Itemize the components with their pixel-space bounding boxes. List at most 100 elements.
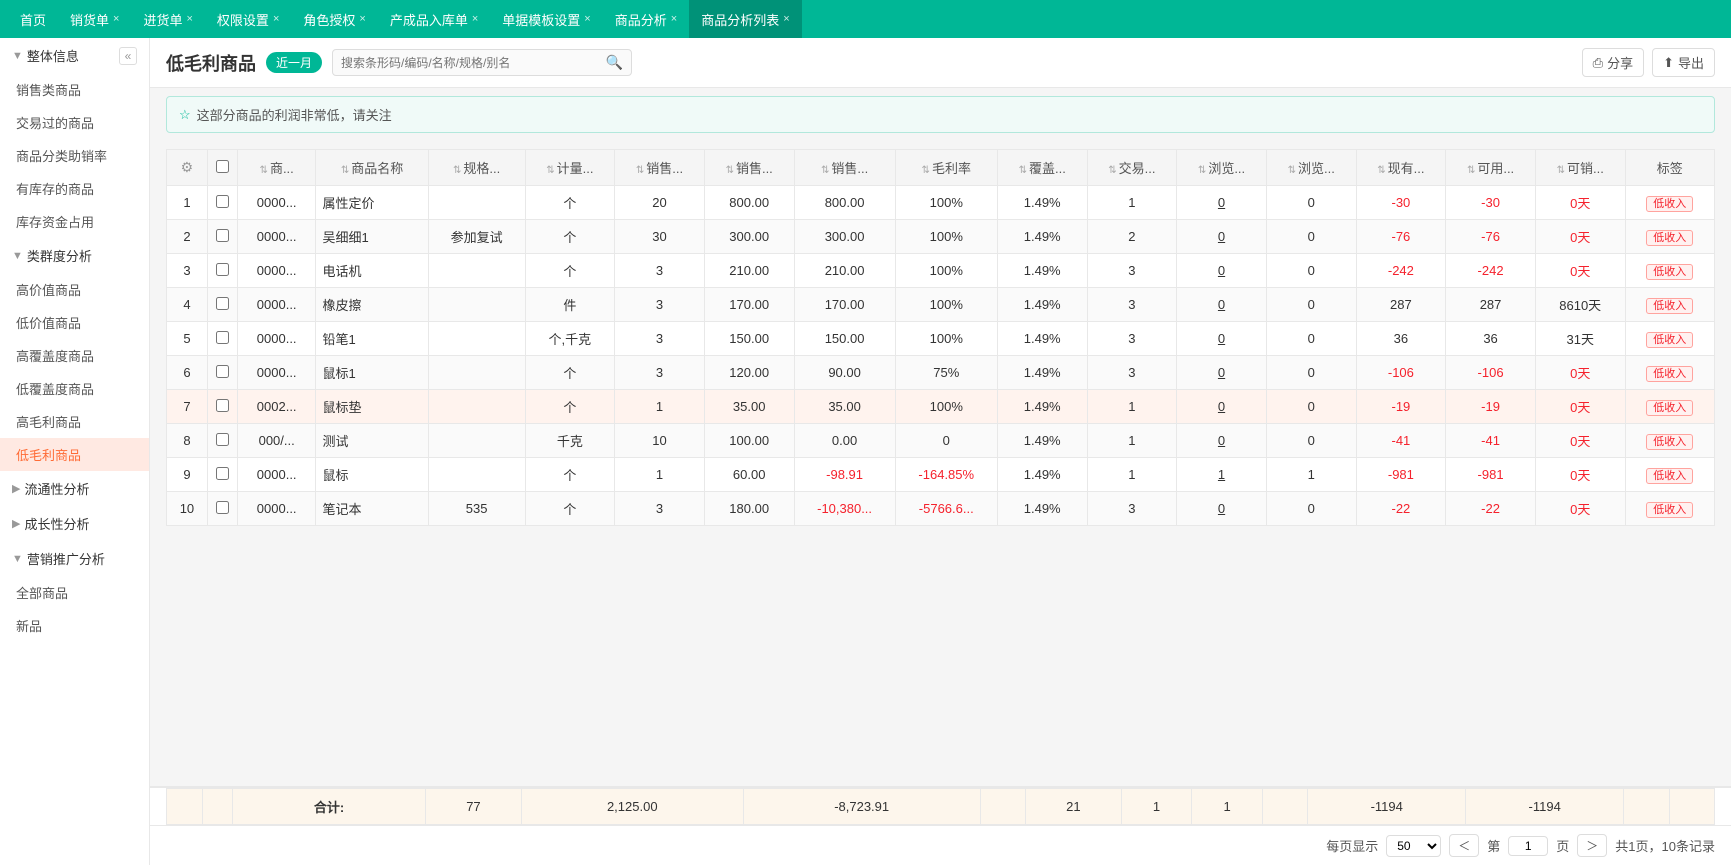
per-page-select[interactable]: 50 100 200	[1386, 835, 1441, 857]
nav-sales-close[interactable]: ×	[113, 13, 119, 25]
col-spec[interactable]: ⇅规格...	[428, 150, 525, 186]
row-select[interactable]	[216, 399, 229, 412]
row-select[interactable]	[216, 467, 229, 480]
sidebar-item-traded-products[interactable]: 交易过的商品	[0, 106, 149, 139]
nav-product-analysis-list[interactable]: 商品分析列表 ×	[689, 0, 801, 38]
row-trade[interactable]: 0	[1177, 288, 1267, 322]
col-stock-current[interactable]: ⇅现有...	[1356, 150, 1446, 186]
row-checkbox[interactable]	[207, 254, 237, 288]
col-settings[interactable]: ⚙	[167, 150, 208, 186]
col-checkbox[interactable]	[207, 150, 237, 186]
prev-page-button[interactable]: ＜	[1449, 834, 1479, 857]
col-stock-days[interactable]: ⇅可销...	[1535, 150, 1625, 186]
sidebar-item-high-value[interactable]: 高价值商品	[0, 273, 149, 306]
col-name[interactable]: ⇅商品名称	[316, 150, 428, 186]
row-checkbox[interactable]	[207, 492, 237, 526]
row-trade[interactable]: 0	[1177, 356, 1267, 390]
nav-permissions-close[interactable]: ×	[273, 13, 279, 25]
nav-template-close[interactable]: ×	[584, 13, 590, 25]
col-trade[interactable]: ⇅交易...	[1087, 150, 1177, 186]
period-tag[interactable]: 近一月	[266, 52, 322, 73]
trade-link[interactable]: 0	[1218, 433, 1225, 448]
nav-roles[interactable]: 角色授权 ×	[291, 0, 377, 38]
row-checkbox[interactable]	[207, 322, 237, 356]
collapse-button[interactable]: «	[119, 47, 137, 65]
nav-purchase-close[interactable]: ×	[186, 13, 192, 25]
row-select[interactable]	[216, 433, 229, 446]
col-sale-qty[interactable]: ⇅销售...	[615, 150, 705, 186]
sidebar-item-sales-products[interactable]: 销售类商品	[0, 73, 149, 106]
nav-analysis-close[interactable]: ×	[671, 13, 677, 25]
sidebar-group-circulation[interactable]: ▶ 流通性分析	[0, 471, 149, 506]
col-sale-amount[interactable]: ⇅销售...	[704, 150, 794, 186]
sidebar-item-stock-capital[interactable]: 库存资金占用	[0, 205, 149, 238]
col-browse2[interactable]: ⇅浏览...	[1266, 150, 1356, 186]
nav-products-inbound[interactable]: 产成品入库单 ×	[378, 0, 490, 38]
sidebar-item-stocked-products[interactable]: 有库存的商品	[0, 172, 149, 205]
search-input[interactable]	[341, 56, 606, 70]
sidebar-item-low-margin[interactable]: 低毛利商品	[0, 438, 149, 471]
row-checkbox[interactable]	[207, 220, 237, 254]
row-checkbox[interactable]	[207, 186, 237, 220]
nav-template-settings[interactable]: 单据模板设置 ×	[490, 0, 602, 38]
row-select[interactable]	[216, 229, 229, 242]
trade-link[interactable]: 0	[1218, 501, 1225, 516]
row-checkbox[interactable]	[207, 288, 237, 322]
row-select[interactable]	[216, 263, 229, 276]
sidebar-item-all-products[interactable]: 全部商品	[0, 576, 149, 609]
share-button[interactable]: ⎙ 分享	[1582, 48, 1644, 77]
row-trade[interactable]: 0	[1177, 254, 1267, 288]
nav-purchase[interactable]: 进货单 ×	[131, 0, 204, 38]
sidebar-group-growth[interactable]: ▶ 成长性分析	[0, 506, 149, 541]
trade-link[interactable]: 0	[1218, 331, 1225, 346]
sidebar-item-new-products[interactable]: 新品	[0, 609, 149, 642]
row-select[interactable]	[216, 331, 229, 344]
col-coverage[interactable]: ⇅覆盖...	[997, 150, 1087, 186]
trade-link[interactable]: 0	[1218, 365, 1225, 380]
sidebar-group-marketing[interactable]: ▼ 营销推广分析	[0, 541, 149, 576]
trade-link[interactable]: 1	[1218, 467, 1225, 482]
row-select[interactable]	[216, 365, 229, 378]
sidebar-item-high-coverage[interactable]: 高覆盖度商品	[0, 339, 149, 372]
nav-home[interactable]: 首页	[8, 0, 58, 38]
export-button[interactable]: ⬆ 导出	[1652, 48, 1715, 77]
row-checkbox[interactable]	[207, 356, 237, 390]
page-number-input[interactable]	[1508, 836, 1548, 856]
row-checkbox[interactable]	[207, 424, 237, 458]
row-checkbox[interactable]	[207, 390, 237, 424]
trade-link[interactable]: 0	[1218, 297, 1225, 312]
row-select[interactable]	[216, 297, 229, 310]
row-trade[interactable]: 1	[1177, 458, 1267, 492]
row-trade[interactable]: 0	[1177, 492, 1267, 526]
nav-analysis-list-close[interactable]: ×	[783, 13, 789, 25]
col-browse1[interactable]: ⇅浏览...	[1177, 150, 1267, 186]
col-gross[interactable]: ⇅毛利率	[895, 150, 997, 186]
col-code[interactable]: ⇅商...	[237, 150, 316, 186]
row-checkbox[interactable]	[207, 458, 237, 492]
trade-link[interactable]: 0	[1218, 195, 1225, 210]
sidebar-item-low-coverage[interactable]: 低覆盖度商品	[0, 372, 149, 405]
row-trade[interactable]: 0	[1177, 424, 1267, 458]
sidebar-item-category-rate[interactable]: 商品分类助销率	[0, 139, 149, 172]
nav-roles-close[interactable]: ×	[359, 13, 365, 25]
nav-product-analysis[interactable]: 商品分析 ×	[603, 0, 689, 38]
col-unit[interactable]: ⇅计量...	[525, 150, 615, 186]
sidebar-group-overall[interactable]: ▼ 整体信息 «	[0, 38, 149, 73]
nav-sales[interactable]: 销货单 ×	[58, 0, 131, 38]
sidebar-item-high-margin[interactable]: 高毛利商品	[0, 405, 149, 438]
trade-link[interactable]: 0	[1218, 229, 1225, 244]
row-trade[interactable]: 0	[1177, 186, 1267, 220]
col-stock-available[interactable]: ⇅可用...	[1446, 150, 1536, 186]
col-sale-rate[interactable]: ⇅销售...	[794, 150, 895, 186]
row-trade[interactable]: 0	[1177, 322, 1267, 356]
gear-icon[interactable]: ⚙	[181, 159, 194, 175]
trade-link[interactable]: 0	[1218, 399, 1225, 414]
search-icon[interactable]: 🔍	[606, 54, 623, 71]
select-all-checkbox[interactable]	[216, 160, 229, 173]
row-select[interactable]	[216, 195, 229, 208]
next-page-button[interactable]: ＞	[1577, 834, 1607, 857]
sidebar-item-low-value[interactable]: 低价值商品	[0, 306, 149, 339]
row-select[interactable]	[216, 501, 229, 514]
trade-link[interactable]: 0	[1218, 263, 1225, 278]
sidebar-group-cluster[interactable]: ▼ 类群度分析	[0, 238, 149, 273]
